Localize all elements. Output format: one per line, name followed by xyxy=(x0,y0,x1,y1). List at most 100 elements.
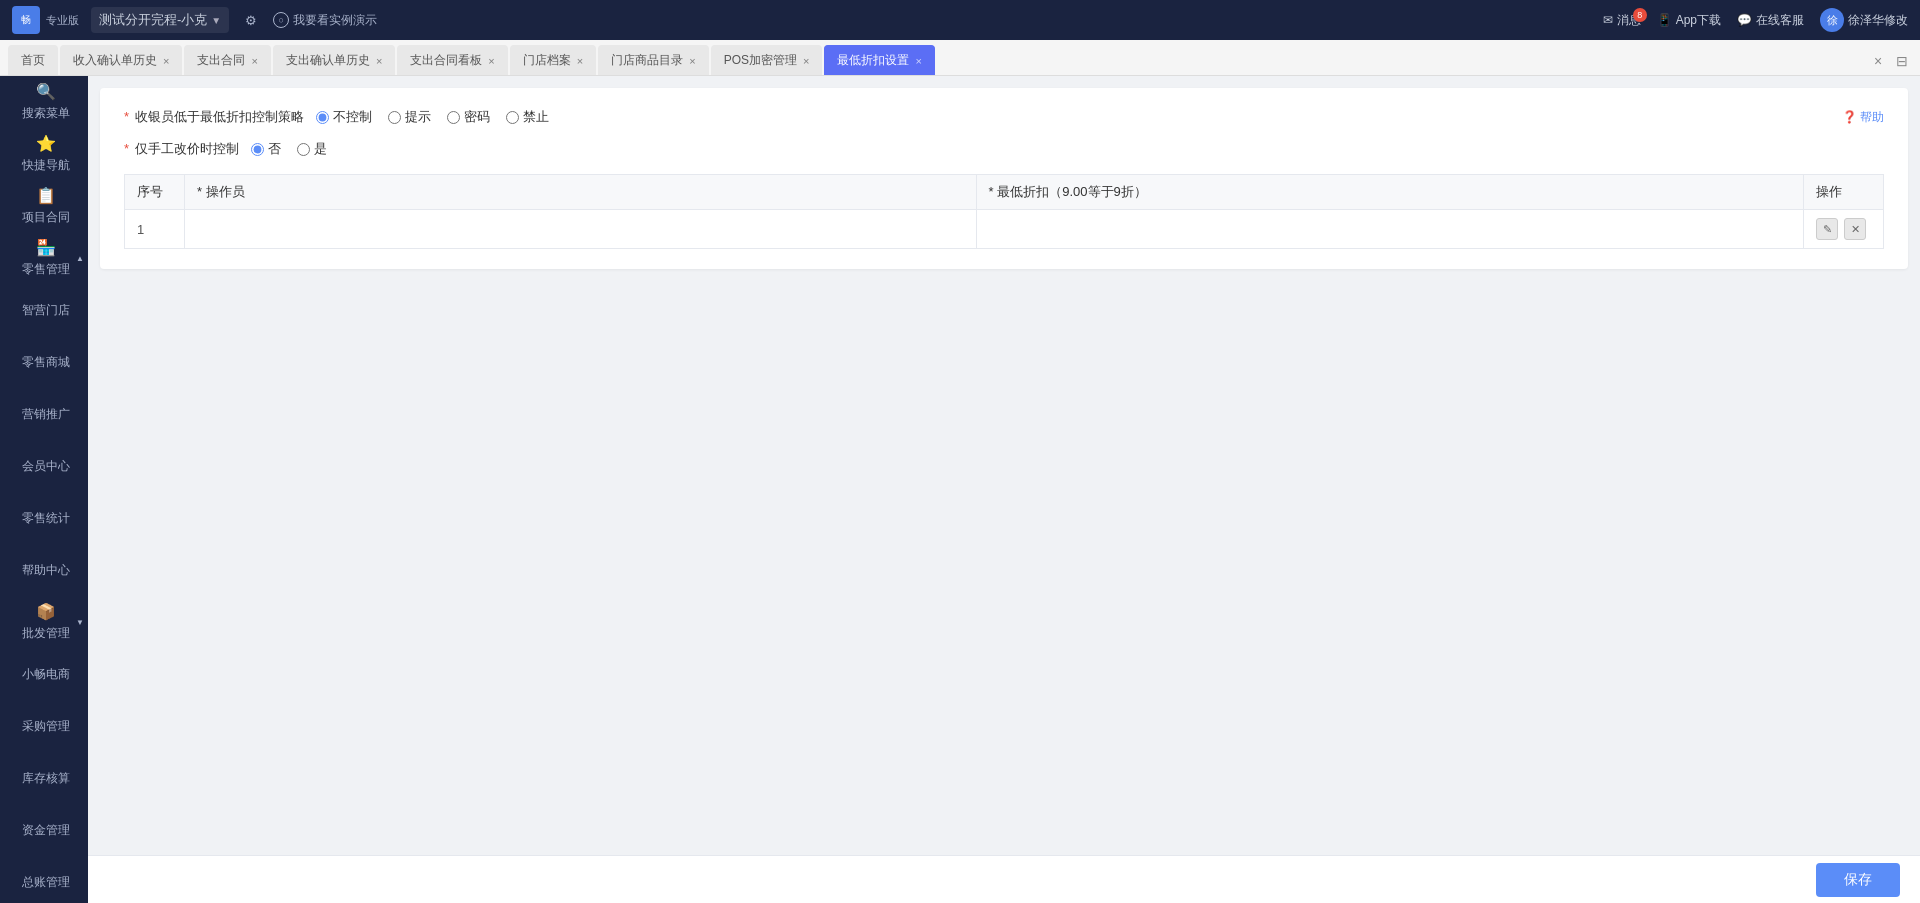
radio-no-control[interactable]: 不控制 xyxy=(316,108,372,126)
tab-home[interactable]: 首页 xyxy=(8,45,58,75)
cell-actions: ✎ ✕ xyxy=(1804,210,1884,249)
sidebar: 🔍 搜索菜单 ⭐ 快捷导航 📋 项目合同 🏪 零售管理 智营门店 零售商城 营销… xyxy=(0,76,88,903)
message-icon: ✉ xyxy=(1603,13,1613,27)
app-download-button[interactable]: 📱 App下载 xyxy=(1657,12,1721,29)
sidebar-item-member-center[interactable]: 会员中心 xyxy=(0,440,88,492)
project-arrow-icon: ▼ xyxy=(211,15,221,26)
tab-pos-password[interactable]: POS加密管理 × xyxy=(711,45,823,75)
radio-yes[interactable]: 是 xyxy=(297,140,327,158)
sidebar-item-ledger[interactable]: 总账管理 xyxy=(0,856,88,903)
page-content: * 收银员低于最低折扣控制策略 不控制 提示 xyxy=(88,76,1920,855)
topbar-settings-icon[interactable]: ⚙ xyxy=(241,9,261,32)
tab-home-label: 首页 xyxy=(21,52,45,69)
app-download-label: App下载 xyxy=(1676,12,1721,29)
sidebar-retail-mall-label: 零售商城 xyxy=(22,354,70,371)
tab-payment-board-close[interactable]: × xyxy=(488,55,494,67)
customer-service-button[interactable]: 💬 在线客服 xyxy=(1737,12,1804,29)
demo-circle-icon: ○ xyxy=(273,12,289,28)
service-icon: 💬 xyxy=(1737,13,1752,27)
operator-input[interactable] xyxy=(197,222,964,237)
close-all-tabs-button[interactable]: × xyxy=(1868,51,1888,71)
radio-prompt[interactable]: 提示 xyxy=(388,108,431,126)
sidebar-item-quick-nav[interactable]: ⭐ 快捷导航 xyxy=(0,128,88,180)
cell-seq: 1 xyxy=(125,210,185,249)
tab-min-discount-close[interactable]: × xyxy=(915,55,921,67)
message-button[interactable]: ✉ 消息 8 xyxy=(1603,12,1641,29)
sidebar-wholesale-label: 批发管理 xyxy=(22,625,70,642)
tab-payment-contract-close[interactable]: × xyxy=(251,55,257,67)
radio-no-input[interactable] xyxy=(251,143,264,156)
sidebar-item-retail-stats[interactable]: 零售统计 xyxy=(0,492,88,544)
tab-payment-contract[interactable]: 支出合同 × xyxy=(184,45,270,75)
demo-label: 我要看实例演示 xyxy=(293,12,377,29)
tab-payment-board[interactable]: 支出合同看板 × xyxy=(397,45,507,75)
customer-service-label: 在线客服 xyxy=(1756,12,1804,29)
sidebar-item-help-center[interactable]: 帮助中心 xyxy=(0,544,88,596)
app-logo: 畅 专业版 xyxy=(12,6,79,34)
tab-store-catalog-close[interactable]: × xyxy=(689,55,695,67)
tab-income-history[interactable]: 收入确认单历史 × xyxy=(60,45,182,75)
discount-strategy-label: * 收银员低于最低折扣控制策略 xyxy=(124,108,304,126)
sidebar-marketing-label: 营销推广 xyxy=(22,406,70,423)
project-selector[interactable]: 测试分开完程-小克 ▼ xyxy=(91,7,229,33)
help-link[interactable]: ❓ 帮助 xyxy=(1842,109,1884,126)
manual-price-row: * 仅手工改价时控制 否 是 xyxy=(124,140,1884,158)
tab-min-discount[interactable]: 最低折扣设置 × xyxy=(824,45,934,75)
delete-row-button[interactable]: ✕ xyxy=(1844,218,1866,240)
radio-no-control-input[interactable] xyxy=(316,111,329,124)
tab-store-archive[interactable]: 门店档案 × xyxy=(510,45,596,75)
message-badge: 8 xyxy=(1633,8,1647,22)
sidebar-item-smart-store[interactable]: 智营门店 xyxy=(0,284,88,336)
col-header-discount: * 最低折扣（9.00等于9折） xyxy=(976,175,1803,210)
table-header-row: 序号 * 操作员 * 最低折扣（9.00等于9折） 操作 xyxy=(125,175,1884,210)
sidebar-item-inventory[interactable]: 库存核算 xyxy=(0,752,88,804)
project-name: 测试分开完程-小克 xyxy=(99,11,207,29)
radio-forbid-input[interactable] xyxy=(506,111,519,124)
discount-input[interactable] xyxy=(989,222,1791,237)
sidebar-item-capital[interactable]: 资金管理 xyxy=(0,804,88,856)
tab-store-archive-close[interactable]: × xyxy=(577,55,583,67)
sidebar-item-ecommerce[interactable]: 小畅电商 xyxy=(0,648,88,700)
sidebar-retail-management-label: 零售管理 xyxy=(22,261,70,278)
wholesale-icon: 📦 xyxy=(36,602,56,621)
sidebar-item-retail-management[interactable]: 🏪 零售管理 xyxy=(0,232,88,284)
cell-discount[interactable] xyxy=(976,210,1803,249)
sidebar-item-wholesale[interactable]: 📦 批发管理 xyxy=(0,596,88,648)
tab-income-history-close[interactable]: × xyxy=(163,55,169,67)
tab-payment-confirm[interactable]: 支出确认单历史 × xyxy=(273,45,395,75)
sidebar-help-center-label: 帮助中心 xyxy=(22,562,70,579)
sidebar-item-search[interactable]: 🔍 搜索菜单 xyxy=(0,76,88,128)
sidebar-project-contract-label: 项目合同 xyxy=(22,209,70,226)
sidebar-quick-nav-label: 快捷导航 xyxy=(22,157,70,174)
main-layout: 🔍 搜索菜单 ⭐ 快捷导航 📋 项目合同 🏪 零售管理 智营门店 零售商城 营销… xyxy=(0,76,1920,903)
tabbar-actions: × ⊟ xyxy=(1868,51,1912,75)
sidebar-item-project-contract[interactable]: 📋 项目合同 xyxy=(0,180,88,232)
required-mark-2: * xyxy=(124,141,129,156)
download-icon: 📱 xyxy=(1657,13,1672,27)
demo-link[interactable]: ○ 我要看实例演示 xyxy=(273,12,377,29)
radio-prompt-input[interactable] xyxy=(388,111,401,124)
edit-row-button[interactable]: ✎ xyxy=(1816,218,1838,240)
radio-yes-input[interactable] xyxy=(297,143,310,156)
logo-icon: 畅 xyxy=(12,6,40,34)
sidebar-item-purchase[interactable]: 采购管理 xyxy=(0,700,88,752)
tab-menu-button[interactable]: ⊟ xyxy=(1892,51,1912,71)
sidebar-item-retail-mall[interactable]: 零售商城 xyxy=(0,336,88,388)
radio-password[interactable]: 密码 xyxy=(447,108,490,126)
table-row: 1 ✎ ✕ xyxy=(125,210,1884,249)
tab-income-history-label: 收入确认单历史 xyxy=(73,52,157,69)
radio-forbid[interactable]: 禁止 xyxy=(506,108,549,126)
radio-no[interactable]: 否 xyxy=(251,140,281,158)
tab-store-catalog[interactable]: 门店商品目录 × xyxy=(598,45,708,75)
radio-password-input[interactable] xyxy=(447,111,460,124)
save-button[interactable]: 保存 xyxy=(1816,863,1900,897)
sidebar-item-marketing[interactable]: 营销推广 xyxy=(0,388,88,440)
cell-operator[interactable] xyxy=(185,210,977,249)
user-menu[interactable]: 徐 徐泽华修改 xyxy=(1820,8,1908,32)
tab-pos-password-close[interactable]: × xyxy=(803,55,809,67)
col-header-operator: * 操作员 xyxy=(185,175,977,210)
tab-store-catalog-label: 门店商品目录 xyxy=(611,52,683,69)
tab-min-discount-label: 最低折扣设置 xyxy=(837,52,909,69)
tab-bar: 首页 收入确认单历史 × 支出合同 × 支出确认单历史 × 支出合同看板 × 门… xyxy=(0,40,1920,76)
tab-payment-confirm-close[interactable]: × xyxy=(376,55,382,67)
